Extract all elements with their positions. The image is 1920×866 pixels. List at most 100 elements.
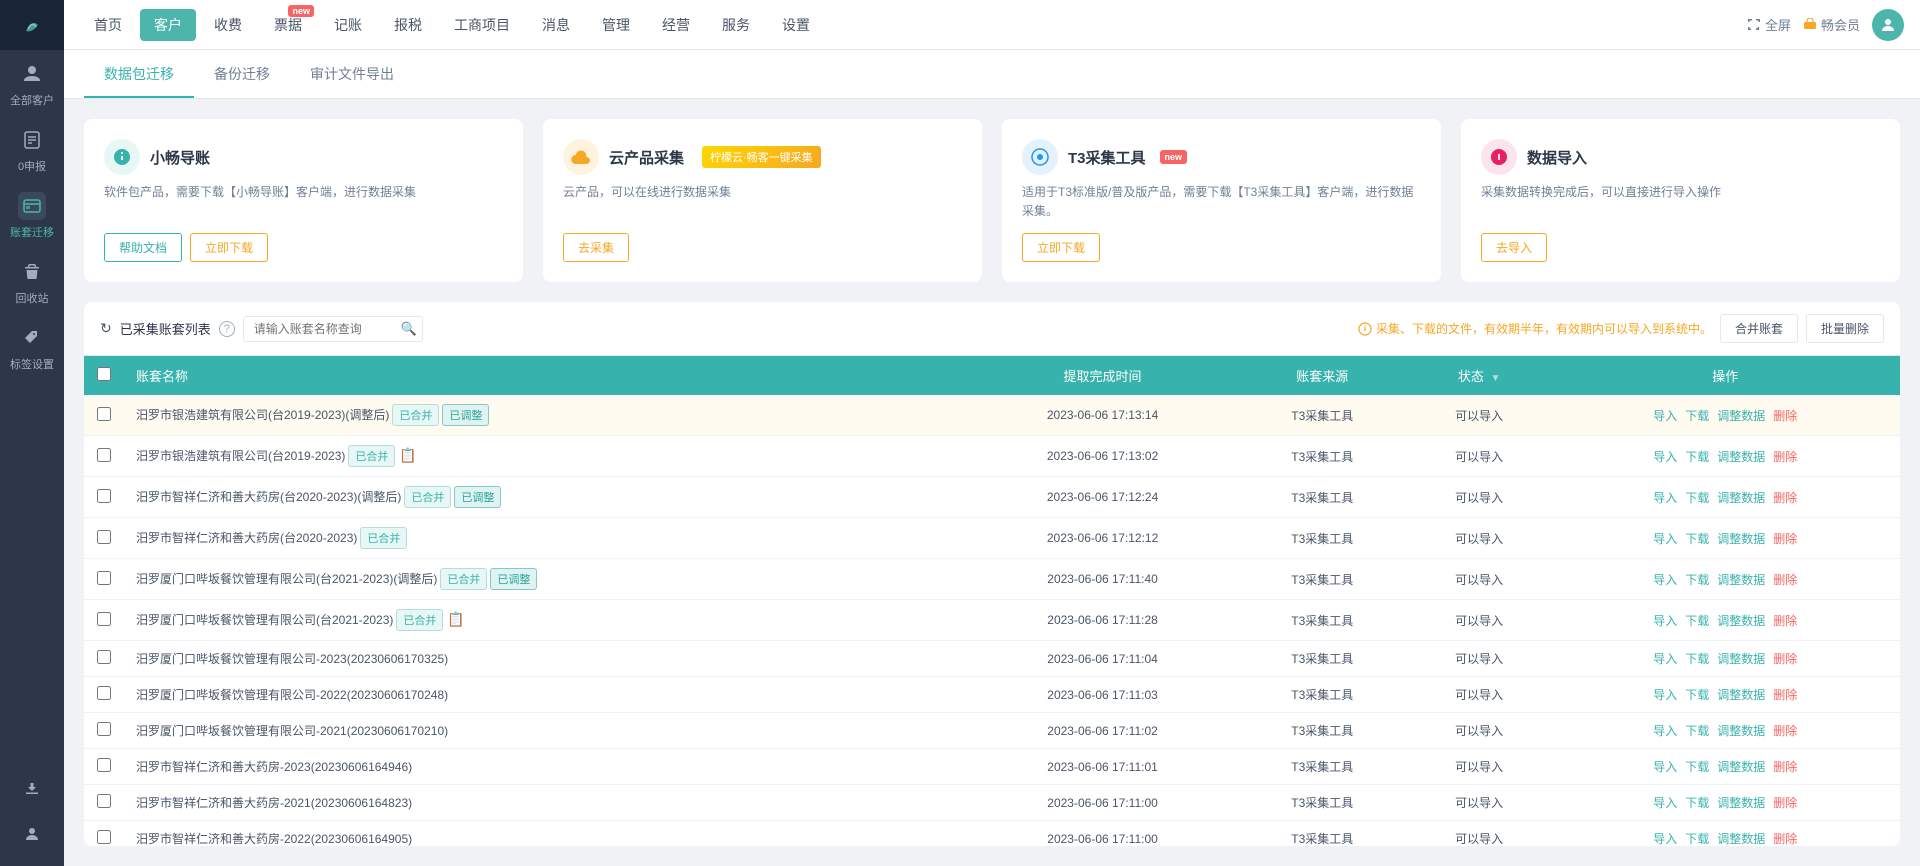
row-checkbox[interactable] [97,612,111,626]
search-submit-icon[interactable]: 🔍 [401,321,417,337]
action-调整数据[interactable]: 调整数据 [1717,532,1765,546]
refresh-icon[interactable]: ↻ [100,320,112,337]
action-调整数据[interactable]: 调整数据 [1717,760,1765,774]
action-删除[interactable]: 删除 [1773,450,1797,464]
action-下载[interactable]: 下载 [1685,724,1709,738]
action-导入[interactable]: 导入 [1653,532,1677,546]
nav-billing[interactable]: 收费 [200,9,256,41]
action-下载[interactable]: 下载 [1685,573,1709,587]
t3-download-btn[interactable]: 立即下载 [1022,233,1100,262]
action-调整数据[interactable]: 调整数据 [1717,796,1765,810]
sidebar-item-recycle-bin[interactable]: 回收站 [0,248,64,314]
action-删除[interactable]: 删除 [1773,760,1797,774]
action-导入[interactable]: 导入 [1653,450,1677,464]
sidebar-item-all-clients[interactable]: 全部客户 [0,50,64,116]
action-导入[interactable]: 导入 [1653,832,1677,846]
action-调整数据[interactable]: 调整数据 [1717,652,1765,666]
tab-data-migration[interactable]: 数据包迁移 [84,50,194,98]
tab-audit-export[interactable]: 审计文件导出 [290,50,414,98]
nav-invoice[interactable]: 票据 new [260,9,316,41]
action-导入[interactable]: 导入 [1653,652,1677,666]
action-导入[interactable]: 导入 [1653,573,1677,587]
action-调整数据[interactable]: 调整数据 [1717,614,1765,628]
action-下载[interactable]: 下载 [1685,491,1709,505]
action-导入[interactable]: 导入 [1653,491,1677,505]
user-avatar[interactable] [1872,9,1904,41]
nav-settings[interactable]: 设置 [768,9,824,41]
action-下载[interactable]: 下载 [1685,760,1709,774]
sidebar-item-account-transfer[interactable]: 账套迁移 [0,182,64,248]
nav-biz-project[interactable]: 工商项目 [440,9,524,41]
row-checkbox[interactable] [97,794,111,808]
action-下载[interactable]: 下载 [1685,409,1709,423]
nav-message[interactable]: 消息 [528,9,584,41]
action-下载[interactable]: 下载 [1685,796,1709,810]
action-下载[interactable]: 下载 [1685,450,1709,464]
action-导入[interactable]: 导入 [1653,614,1677,628]
action-调整数据[interactable]: 调整数据 [1717,688,1765,702]
member-btn[interactable]: 畅会员 [1803,15,1860,34]
action-删除[interactable]: 删除 [1773,832,1797,846]
help-doc-btn[interactable]: 帮助文档 [104,233,182,262]
action-下载[interactable]: 下载 [1685,832,1709,846]
sidebar-item-zero-report[interactable]: 0申报 [0,116,64,182]
action-下载[interactable]: 下载 [1685,614,1709,628]
action-下载[interactable]: 下载 [1685,688,1709,702]
status-sort-icon[interactable]: ▼ [1490,373,1500,384]
action-删除[interactable]: 删除 [1773,688,1797,702]
tab-backup-migration[interactable]: 备份迁移 [194,50,290,98]
action-调整数据[interactable]: 调整数据 [1717,450,1765,464]
row-checkbox[interactable] [97,686,111,700]
row-name-text: 汨罗市智祥仁济和善大药房(台2020-2023)(调整后) [136,490,401,504]
go-import-btn[interactable]: 去导入 [1481,233,1547,262]
action-调整数据[interactable]: 调整数据 [1717,409,1765,423]
row-checkbox[interactable] [97,489,111,503]
row-checkbox[interactable] [97,407,111,421]
action-删除[interactable]: 删除 [1773,532,1797,546]
action-下载[interactable]: 下载 [1685,652,1709,666]
action-删除[interactable]: 删除 [1773,724,1797,738]
fullscreen-btn[interactable]: 全屏 [1747,15,1791,34]
action-导入[interactable]: 导入 [1653,760,1677,774]
nav-service[interactable]: 服务 [708,9,764,41]
sidebar-item-tag-settings[interactable]: 标签设置 [0,314,64,380]
help-icon[interactable]: ? [219,321,235,337]
action-删除[interactable]: 删除 [1773,409,1797,423]
download-now-btn[interactable]: 立即下载 [190,233,268,262]
action-下载[interactable]: 下载 [1685,532,1709,546]
action-删除[interactable]: 删除 [1773,614,1797,628]
row-checkbox[interactable] [97,722,111,736]
action-删除[interactable]: 删除 [1773,491,1797,505]
action-删除[interactable]: 删除 [1773,573,1797,587]
row-checkbox[interactable] [97,758,111,772]
nav-operations[interactable]: 经营 [648,9,704,41]
select-all-checkbox[interactable] [97,367,111,381]
action-调整数据[interactable]: 调整数据 [1717,724,1765,738]
nav-client[interactable]: 客户 [140,9,196,41]
row-checkbox[interactable] [97,530,111,544]
action-删除[interactable]: 删除 [1773,796,1797,810]
action-导入[interactable]: 导入 [1653,688,1677,702]
row-checkbox[interactable] [97,448,111,462]
action-导入[interactable]: 导入 [1653,409,1677,423]
sidebar-item-user-bottom[interactable] [0,810,64,856]
sidebar-item-download[interactable] [0,764,64,810]
row-checkbox[interactable] [97,650,111,664]
merge-accounts-btn[interactable]: 合并账套 [1720,314,1798,343]
batch-delete-btn[interactable]: 批量删除 [1806,314,1884,343]
nav-home[interactable]: 首页 [80,9,136,41]
nav-management[interactable]: 管理 [588,9,644,41]
action-导入[interactable]: 导入 [1653,724,1677,738]
nav-bookkeeping[interactable]: 记账 [320,9,376,41]
card-title-3: T3采集工具 [1068,147,1146,168]
action-调整数据[interactable]: 调整数据 [1717,491,1765,505]
action-调整数据[interactable]: 调整数据 [1717,832,1765,846]
list-search-input[interactable] [243,316,423,342]
action-调整数据[interactable]: 调整数据 [1717,573,1765,587]
row-checkbox[interactable] [97,830,111,844]
nav-tax[interactable]: 报税 [380,9,436,41]
action-删除[interactable]: 删除 [1773,652,1797,666]
action-导入[interactable]: 导入 [1653,796,1677,810]
row-checkbox[interactable] [97,571,111,585]
go-collect-btn[interactable]: 去采集 [563,233,629,262]
